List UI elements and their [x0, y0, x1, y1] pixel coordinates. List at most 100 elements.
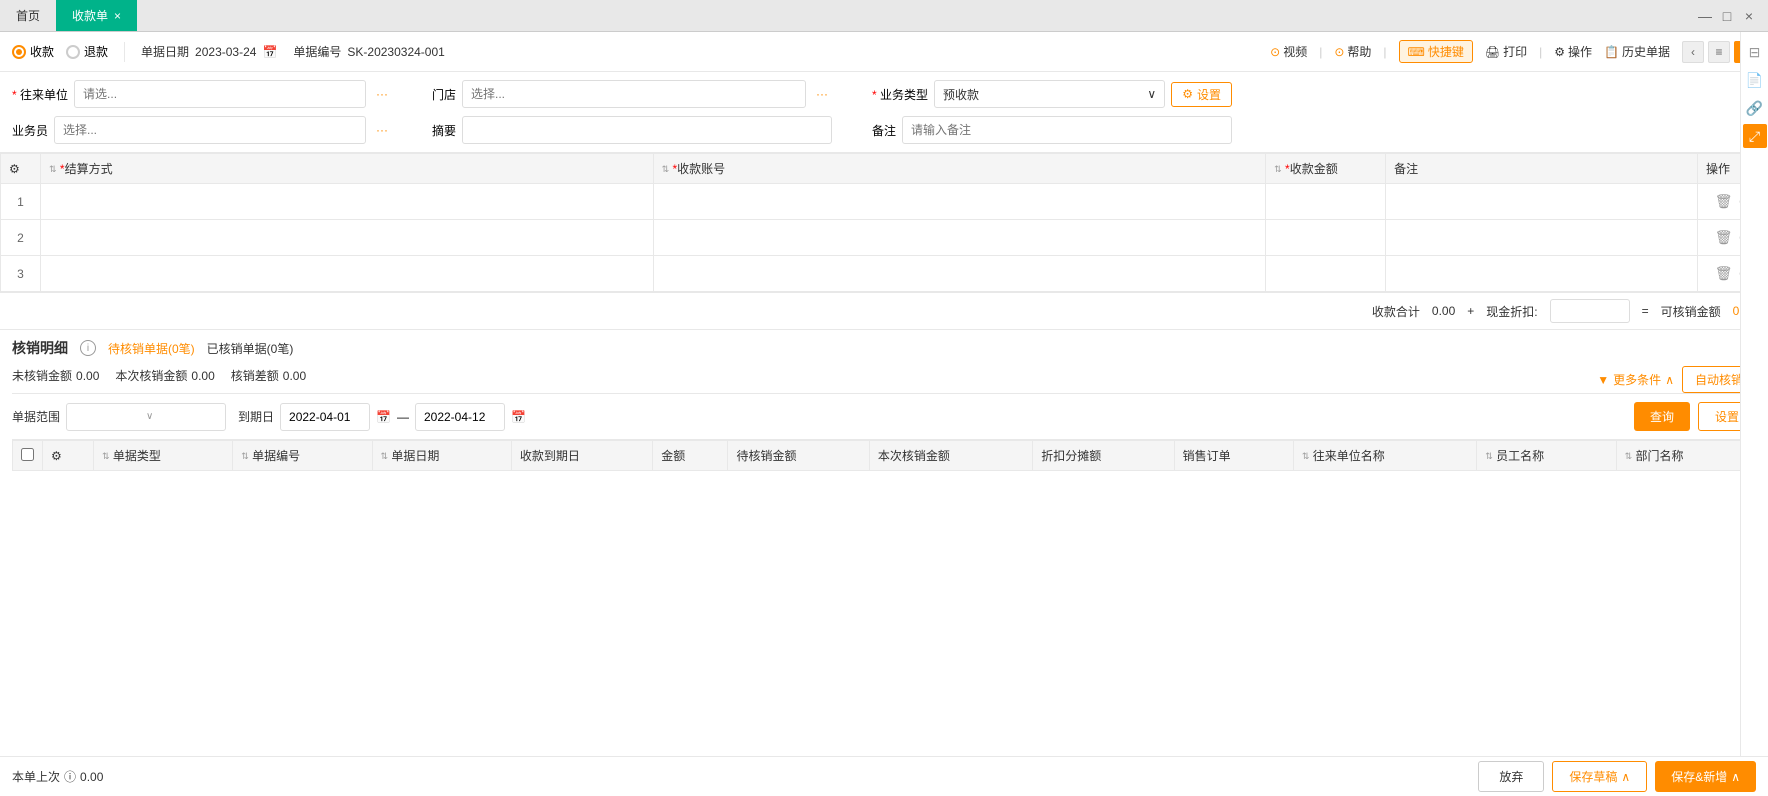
remark-field: 备注 — [872, 116, 1232, 144]
calendar-start-icon[interactable]: 📅 — [376, 410, 391, 424]
abandon-btn[interactable]: 放弃 — [1478, 761, 1544, 792]
save-draft-chevron: ∧ — [1621, 770, 1630, 784]
recon-header: 核销明细 i 待核销单据(0笔) 已核销单据(0笔) — [12, 338, 1756, 358]
doc-num-field: 单据编号 SK-20230324-001 — [293, 43, 444, 60]
help-icon: ⊙ — [1334, 45, 1344, 59]
maximize-btn[interactable]: □ — [1720, 9, 1734, 23]
setting-label: 设置 — [1197, 86, 1221, 103]
store-input[interactable] — [462, 80, 806, 108]
staff-input[interactable] — [54, 116, 366, 144]
date-start-input[interactable] — [280, 403, 370, 431]
row-3-account[interactable] — [653, 256, 1266, 292]
footer-info-icon[interactable]: ⓘ — [64, 768, 76, 785]
party-dots-btn[interactable]: ··· — [372, 87, 392, 101]
th-pending-amount: 待核销金额 — [728, 441, 869, 471]
save-new-btn[interactable]: 保存&新增 ∧ — [1655, 761, 1756, 792]
tab-bar: 首页 收款单 × — □ × — [0, 0, 1768, 32]
recon-title: 核销明细 — [12, 338, 68, 358]
th-checkbox — [13, 441, 43, 471]
sidebar-expand-icon[interactable]: ⤢ — [1743, 124, 1767, 148]
tab-close-icon[interactable]: × — [114, 9, 121, 23]
row-2-account[interactable] — [653, 220, 1266, 256]
row-2-amount[interactable] — [1266, 220, 1386, 256]
th-discount: 折扣分摊额 — [1033, 441, 1174, 471]
print-btn[interactable]: 🖨 打印 — [1485, 43, 1527, 60]
more-conditions-btn[interactable]: ▼ 更多条件 ∧ — [1597, 371, 1674, 388]
view-btn-list[interactable]: ≡ — [1708, 41, 1730, 63]
th-gear[interactable]: ⚙ — [43, 441, 94, 471]
row-1-delete-btn[interactable]: 🗑 — [1715, 193, 1733, 210]
row-num-1: 1 — [1, 184, 41, 220]
recon-tab-pending[interactable]: 待核销单据(0笔) — [108, 340, 195, 357]
radio-receipt[interactable]: 收款 — [12, 43, 54, 60]
gear-icon: ⚙ — [1182, 87, 1193, 101]
view-btn-prev[interactable]: ‹ — [1682, 41, 1704, 63]
row-1-account[interactable] — [653, 184, 1266, 220]
th-sale-order: 销售订单 — [1174, 441, 1293, 471]
biz-type-select[interactable]: 预收款 ∨ — [934, 80, 1165, 108]
select-all-checkbox[interactable] — [21, 448, 34, 461]
query-btn[interactable]: 查询 — [1634, 402, 1690, 431]
table-gear-th[interactable]: ⚙ — [1, 154, 41, 184]
tab-receipt[interactable]: 收款单 × — [56, 0, 137, 31]
row-3-delete-btn[interactable]: 🗑 — [1715, 265, 1733, 282]
diff-stat: 核销差额 0.00 — [231, 367, 306, 384]
video-btn[interactable]: ⊙ 视频 — [1270, 43, 1307, 60]
right-sidebar: ⊟ 📄 🔗 ⤢ — [1740, 32, 1768, 756]
row-3-settle[interactable] — [41, 256, 654, 292]
minimize-btn[interactable]: — — [1698, 9, 1712, 23]
party-input[interactable] — [74, 80, 366, 108]
tab-home[interactable]: 首页 — [0, 0, 56, 31]
row-1-settle[interactable] — [41, 184, 654, 220]
row-2-remark[interactable] — [1386, 220, 1698, 256]
filter-btn-group: 查询 设置 — [1634, 402, 1756, 431]
recon-info-icon[interactable]: i — [80, 340, 96, 356]
unchecked-label: 未核销金额 — [12, 367, 72, 384]
history-btn[interactable]: 📋 历史单据 — [1604, 43, 1670, 60]
row-1-remark[interactable] — [1386, 184, 1698, 220]
row-3-amount[interactable] — [1266, 256, 1386, 292]
row-2-delete-btn[interactable]: 🗑 — [1715, 229, 1733, 246]
footer-info-label: 本单上次 — [12, 768, 60, 785]
sidebar-table-icon[interactable]: ⊟ — [1743, 40, 1767, 64]
row-2-settle[interactable] — [41, 220, 654, 256]
close-btn[interactable]: × — [1742, 9, 1756, 23]
date-range-filter: 到期日 📅 — 📅 — [238, 403, 526, 431]
row-3-remark[interactable] — [1386, 256, 1698, 292]
date-end-input[interactable] — [415, 403, 505, 431]
remark-input[interactable] — [902, 116, 1232, 144]
toolbar: 收款 退款 单据日期 2023-03-24 📅 单据编号 SK-20230324… — [0, 32, 1768, 72]
print-icon: 🖨 — [1485, 45, 1500, 59]
sidebar-link-icon[interactable]: 🔗 — [1743, 96, 1767, 120]
net-label: 可核销金额 — [1661, 303, 1721, 320]
recon-tab-done[interactable]: 已核销单据(0笔) — [207, 340, 294, 357]
footer: 本单上次 ⓘ 0.00 放弃 保存草稿 ∧ 保存&新增 ∧ — [0, 756, 1768, 796]
save-new-chevron: ∧ — [1731, 770, 1740, 784]
staff-dots-btn[interactable]: ··· — [372, 123, 392, 137]
th-dept-name: ⇅ 部门名称 — [1616, 441, 1755, 471]
divider-1 — [124, 42, 125, 62]
range-label: 单据范围 — [12, 408, 60, 425]
receipt-type-group: 收款 退款 — [12, 43, 108, 60]
sidebar-doc-icon[interactable]: 📄 — [1743, 68, 1767, 92]
row-1-amount[interactable] — [1266, 184, 1386, 220]
calendar-end-icon[interactable]: 📅 — [511, 410, 526, 424]
help-btn[interactable]: ⊙ 帮助 — [1334, 43, 1371, 60]
discount-input[interactable] — [1550, 299, 1630, 323]
setting-button[interactable]: ⚙ 设置 — [1171, 82, 1232, 107]
range-select[interactable]: ∨ — [66, 403, 226, 431]
keyboard-icon: ⌨ — [1408, 45, 1425, 59]
plus-sign: + — [1467, 304, 1474, 318]
save-draft-btn[interactable]: 保存草稿 ∧ — [1552, 761, 1647, 792]
th-amount: 金额 — [653, 441, 728, 471]
shortcut-btn[interactable]: ⌨ 快捷键 — [1399, 40, 1473, 63]
biz-type-value: 预收款 — [943, 86, 979, 103]
radio-refund[interactable]: 退款 — [66, 43, 108, 60]
memo-input[interactable] — [462, 116, 832, 144]
party-field: * 往来单位 ··· — [12, 80, 392, 108]
footer-info: 本单上次 ⓘ 0.00 — [12, 768, 103, 785]
store-dots-btn[interactable]: ··· — [812, 87, 832, 101]
operation-btn[interactable]: ⚙ 操作 — [1554, 43, 1592, 60]
form-row-1: * 往来单位 ··· 门店 ··· * 业务类型 预收款 ∨ ⚙ 设置 — [12, 80, 1756, 108]
date-calendar-icon[interactable]: 📅 — [262, 45, 277, 59]
